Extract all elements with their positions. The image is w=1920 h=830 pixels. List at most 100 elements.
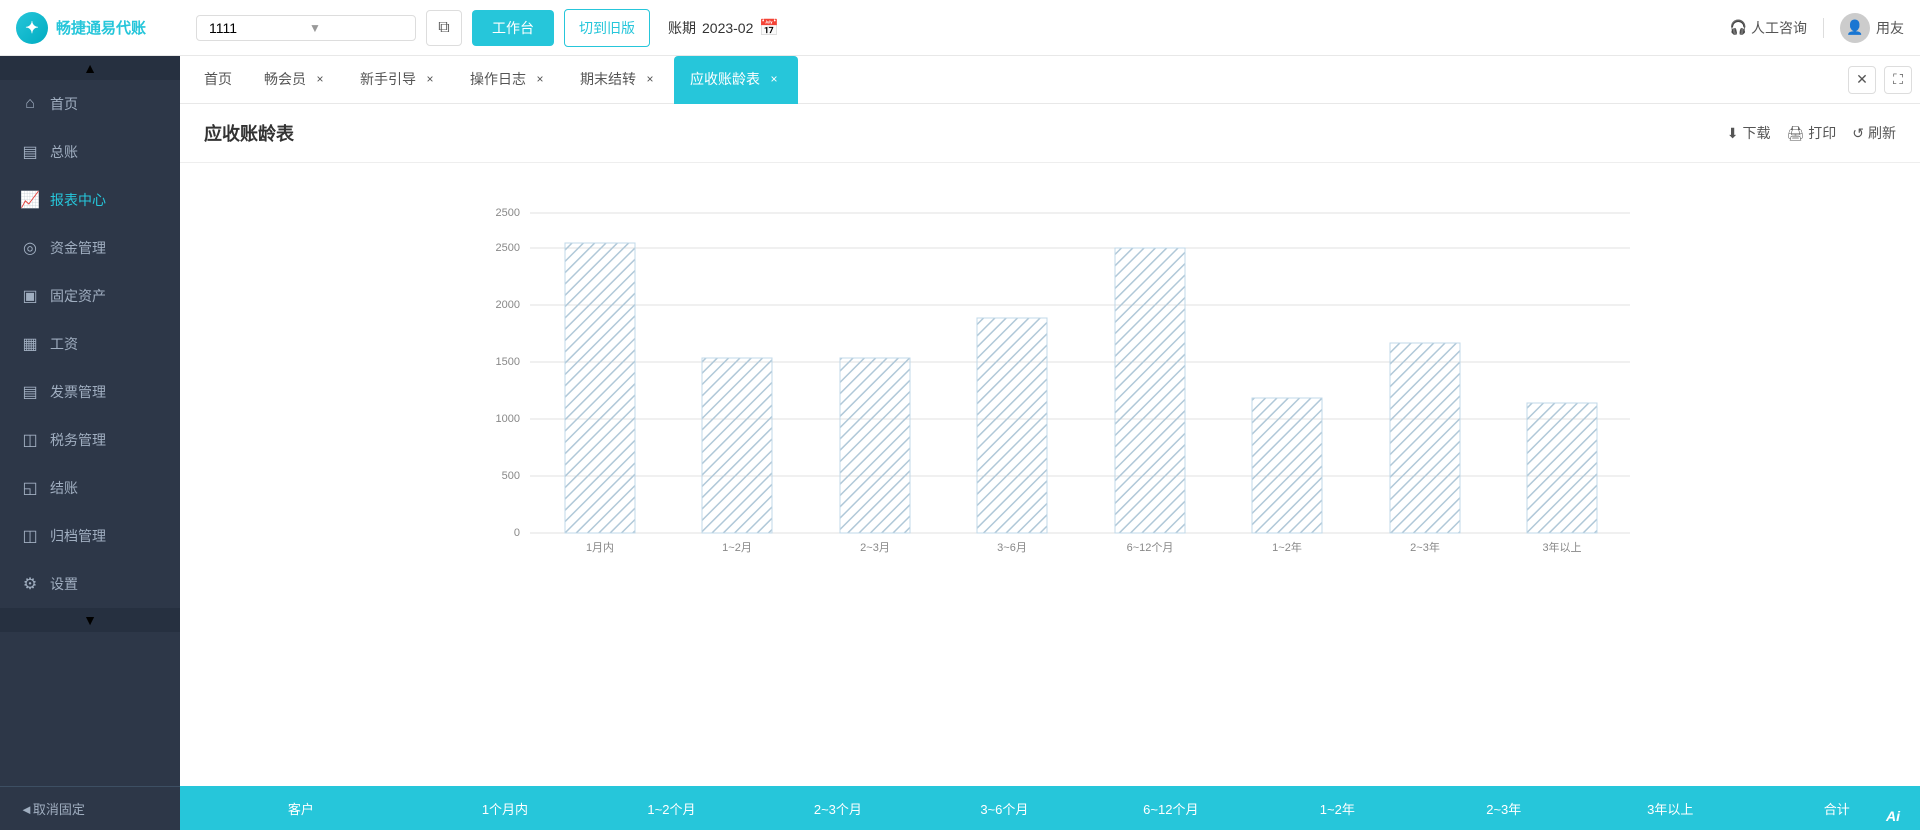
payroll-icon: ▦	[20, 334, 40, 354]
th-1-2month: 1~2个月	[588, 799, 754, 818]
tab-membership[interactable]: 畅会员 ×	[248, 56, 344, 104]
svg-text:2~3年: 2~3年	[1410, 540, 1440, 554]
svg-text:2~3月: 2~3月	[860, 542, 890, 554]
svg-text:1~2年: 1~2年	[1272, 540, 1302, 554]
maximize-button[interactable]: ⛶	[1884, 66, 1912, 94]
sidebar-item-payroll[interactable]: ▦ 工资	[0, 320, 180, 368]
cancel-fixed-button[interactable]: ◄取消固定	[0, 786, 180, 830]
close-icon[interactable]: ×	[312, 71, 328, 87]
top-header: ✦ 畅捷通易代账 1111 ▼ ⧉ 工作台 切到旧版 账期 2023-02 📅 …	[0, 0, 1920, 56]
th-2-3year: 2~3年	[1421, 799, 1587, 818]
sidebar-item-label: 归档管理	[50, 526, 106, 546]
tabs-right: ✕ ⛶	[1848, 66, 1912, 94]
consult-label: 人工咨询	[1751, 18, 1807, 38]
header-middle: ⧉ 工作台 切到旧版 账期 2023-02 📅	[426, 9, 779, 47]
close-icon[interactable]: ×	[532, 71, 548, 87]
tab-label: 操作日志	[470, 69, 526, 89]
tab-label: 新手引导	[360, 69, 416, 89]
print-button[interactable]: 🖨 打印	[1786, 123, 1836, 143]
archive-icon: ◫	[20, 526, 40, 546]
copy-icon-button[interactable]: ⧉	[426, 10, 462, 46]
close-icon[interactable]: ×	[642, 71, 658, 87]
consult-button[interactable]: 🎧 人工咨询	[1730, 18, 1807, 38]
refresh-button[interactable]: ↺ 刷新	[1852, 123, 1896, 143]
tab-yearend[interactable]: 期末结转 ×	[564, 56, 674, 104]
period-area: 账期 2023-02 📅	[668, 18, 779, 38]
tax-icon: ◫	[20, 430, 40, 450]
close-icon[interactable]: ×	[766, 71, 782, 87]
invoice-icon: ▤	[20, 382, 40, 402]
period-label: 账期	[668, 18, 696, 38]
svg-text:0: 0	[514, 527, 520, 539]
sidebar-item-home[interactable]: ⌂ 首页	[0, 80, 180, 128]
tab-label: 期末结转	[580, 69, 636, 89]
sidebar-item-label: 税务管理	[50, 430, 106, 450]
scroll-up[interactable]: ▲	[0, 56, 180, 80]
sidebar-item-ledger[interactable]: ▤ 总账	[0, 128, 180, 176]
svg-text:1月内: 1月内	[586, 540, 614, 554]
tabs-bar: 首页 畅会员 × 新手引导 × 操作日志 × 期末结转 × 应收账龄表 ×	[180, 56, 1920, 104]
refresh-label: 刷新	[1868, 123, 1896, 143]
user-area[interactable]: 👤 用友	[1840, 13, 1904, 43]
chart-area: 0 500 1000 1500 2000 2500 2500	[180, 163, 1920, 786]
workbench-button[interactable]: 工作台	[472, 10, 554, 46]
sidebar-item-funds[interactable]: ◎ 资金管理	[0, 224, 180, 272]
th-customer: 客户	[180, 799, 422, 818]
download-label: 下载	[1742, 123, 1770, 143]
tab-label: 首页	[204, 69, 232, 89]
sidebar-item-label: 结账	[50, 478, 78, 498]
sidebar-item-label: 发票管理	[50, 382, 106, 402]
sidebar-item-reports[interactable]: 📈 报表中心	[0, 176, 180, 224]
content-area: 首页 畅会员 × 新手引导 × 操作日志 × 期末结转 × 应收账龄表 ×	[180, 56, 1920, 830]
svg-text:1000: 1000	[496, 413, 520, 425]
svg-text:2500: 2500	[496, 242, 520, 254]
sidebar-item-settle[interactable]: ◱ 结账	[0, 464, 180, 512]
period-value: 2023-02	[702, 20, 753, 36]
download-button[interactable]: ⬇ 下载	[1727, 123, 1771, 143]
print-label: 打印	[1808, 123, 1836, 143]
header-right: 🎧 人工咨询 👤 用友	[1730, 13, 1904, 43]
sidebar-item-settings[interactable]: ⚙ 设置	[0, 560, 180, 608]
user-label: 用友	[1876, 18, 1904, 38]
sidebar-item-label: 总账	[50, 142, 78, 162]
table-header: 客户 1个月内 1~2个月 2~3个月 3~6个月 6~12个月 1~2年 2~…	[180, 786, 1920, 830]
aging-chart: 0 500 1000 1500 2000 2500 2500	[204, 183, 1896, 563]
home-icon: ⌂	[20, 95, 40, 113]
assets-icon: ▣	[20, 286, 40, 306]
reports-icon: 📈	[20, 190, 40, 210]
sidebar-item-label: 固定资产	[50, 286, 106, 306]
switch-version-button[interactable]: 切到旧版	[564, 9, 650, 47]
logo-text: 畅捷通易代账	[56, 17, 146, 38]
sidebar-item-label: 报表中心	[50, 190, 106, 210]
tab-guide[interactable]: 新手引导 ×	[344, 56, 454, 104]
svg-text:3~6月: 3~6月	[997, 542, 1027, 554]
cancel-fixed-label: ◄取消固定	[20, 799, 85, 818]
tab-home[interactable]: 首页	[188, 56, 248, 104]
ai-label[interactable]: Ai	[1866, 802, 1920, 830]
th-6-12month: 6~12个月	[1088, 799, 1254, 818]
tab-oplog[interactable]: 操作日志 ×	[454, 56, 564, 104]
svg-text:2500: 2500	[496, 207, 520, 219]
sidebar: ▲ ⌂ 首页 ▤ 总账 📈 报表中心 ◎ 资金管理 ▣ 固定资产 ▦ 工资 ▤ …	[0, 56, 180, 830]
sidebar-item-archive[interactable]: ◫ 归档管理	[0, 512, 180, 560]
page-actions: ⬇ 下载 🖨 打印 ↺ 刷新	[1727, 123, 1896, 143]
close-all-tabs-button[interactable]: ✕	[1848, 66, 1876, 94]
sidebar-item-invoice[interactable]: ▤ 发票管理	[0, 368, 180, 416]
th-3year-plus: 3年以上	[1587, 799, 1753, 818]
sidebar-item-label: 资金管理	[50, 238, 106, 258]
company-name: 1111	[209, 20, 303, 36]
sidebar-item-label: 设置	[50, 574, 78, 594]
settings-icon: ⚙	[20, 574, 40, 594]
close-icon[interactable]: ×	[422, 71, 438, 87]
sidebar-item-assets[interactable]: ▣ 固定资产	[0, 272, 180, 320]
ledger-icon: ▤	[20, 142, 40, 162]
sidebar-item-tax[interactable]: ◫ 税务管理	[0, 416, 180, 464]
svg-text:500: 500	[502, 470, 520, 482]
calendar-icon[interactable]: 📅	[759, 18, 779, 38]
sidebar-item-label: 首页	[50, 94, 78, 114]
download-icon: ⬇	[1727, 125, 1739, 142]
tab-aging[interactable]: 应收账龄表 ×	[674, 56, 798, 104]
scroll-down[interactable]: ▼	[0, 608, 180, 632]
th-2-3month: 2~3个月	[755, 799, 921, 818]
company-selector[interactable]: 1111 ▼	[196, 15, 416, 41]
